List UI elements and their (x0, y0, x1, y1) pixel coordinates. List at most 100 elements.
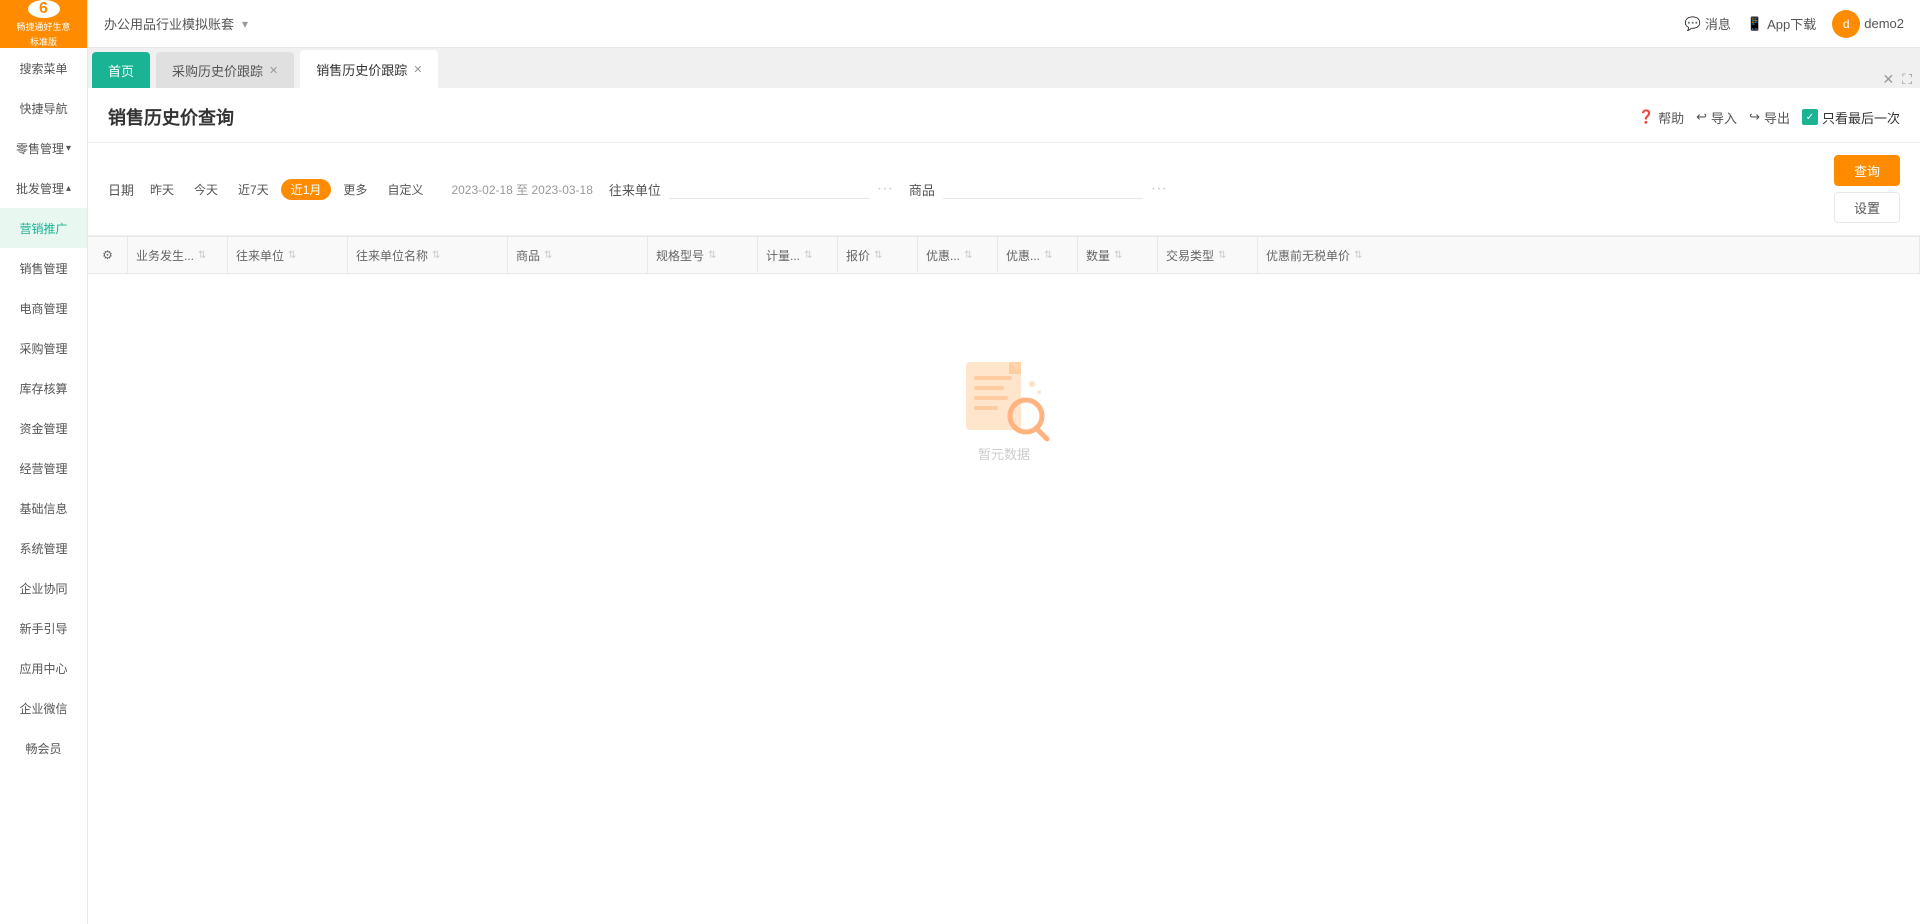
sidebar-item-inventory[interactable]: 库存核算 (0, 368, 87, 408)
close-all-btn[interactable]: ✕ (1882, 71, 1894, 88)
col-unit-name[interactable]: 往来单位名称 ⇅ (348, 237, 508, 273)
main-area: 办公用品行业模拟账套 ▾ 💬 消息 📱 App下载 d demo2 首页 采购历… (88, 0, 1920, 924)
date-custom[interactable]: 自定义 (379, 179, 431, 200)
col-discount2[interactable]: 优惠... ⇅ (998, 237, 1078, 273)
help-label: 帮助 (1658, 108, 1684, 127)
sidebar-item-retail[interactable]: 零售管理 ▾ (0, 128, 87, 168)
enterprise-label: 企业协同 (19, 580, 67, 597)
sidebar-item-purchase-mgmt[interactable]: 采购管理 (0, 328, 87, 368)
system-label: 系统管理 (19, 540, 67, 557)
col-date-label: 业务发生... (136, 247, 194, 264)
sidebar-item-marketing[interactable]: 营销推广 (0, 208, 87, 248)
empty-illustration (954, 354, 1054, 444)
sidebar-item-system[interactable]: 系统管理 (0, 528, 87, 568)
page-content: 销售历史价查询 ❓ 帮助 ↩ 导入 ↪ 导出 ✓ 只看最后一次 (88, 88, 1920, 924)
message-label: 消息 (1705, 14, 1731, 33)
logo-icon: 6 (28, 0, 60, 18)
settings-button[interactable]: 设置 (1834, 192, 1900, 223)
sidebar-item-member[interactable]: 畅会员 (0, 728, 87, 768)
retail-label: 零售管理 (16, 140, 64, 157)
workspace-dropdown[interactable]: ▾ (242, 17, 248, 31)
col-unit-code-label: 往来单位 (236, 247, 284, 264)
import-btn[interactable]: ↩ 导入 (1696, 108, 1737, 127)
sidebar-item-guide[interactable]: 新手引导 (0, 608, 87, 648)
quick-nav-label: 快捷导航 (19, 100, 67, 117)
col-unit[interactable]: 计量... ⇅ (758, 237, 838, 273)
col-settings[interactable]: ⚙ (88, 237, 128, 273)
import-label: 导入 (1711, 108, 1737, 127)
product-input[interactable] (943, 179, 1143, 199)
app-subtitle: 标准版 (30, 35, 57, 48)
sidebar-item-search[interactable]: 搜索菜单 (0, 48, 87, 88)
tab-bar: 首页 采购历史价跟踪 ✕ 销售历史价跟踪 ✕ ✕ ⛶ (88, 48, 1920, 88)
tab-home[interactable]: 首页 (92, 52, 150, 88)
product-dots-btn[interactable]: ··· (1151, 180, 1167, 198)
app-download-btn[interactable]: 📱 App下载 (1747, 14, 1816, 33)
tab-sales-label: 销售历史价跟踪 (316, 60, 407, 79)
page-title: 销售历史价查询 (108, 104, 234, 130)
col-qty[interactable]: 数量 ⇅ (1078, 237, 1158, 273)
marketing-label: 营销推广 (19, 220, 67, 237)
ecommerce-label: 电商管理 (19, 300, 67, 317)
sidebar-item-enterprise[interactable]: 企业协同 (0, 568, 87, 608)
tab-purchase-label: 采购历史价跟踪 (172, 61, 263, 80)
export-label: 导出 (1764, 108, 1790, 127)
sort-date-icon: ⇅ (198, 250, 206, 261)
table-header: ⚙ 业务发生... ⇅ 往来单位 ⇅ 往来单位名称 ⇅ 商品 ⇅ (88, 236, 1920, 274)
col-unit-code[interactable]: 往来单位 ⇅ (228, 237, 348, 273)
sidebar-item-ecommerce[interactable]: 电商管理 (0, 288, 87, 328)
message-btn[interactable]: 💬 消息 (1685, 14, 1731, 33)
help-icon: ❓ (1638, 109, 1654, 125)
unit-label: 往来单位 (609, 180, 661, 199)
page-actions: ❓ 帮助 ↩ 导入 ↪ 导出 ✓ 只看最后一次 (1638, 108, 1900, 127)
sidebar-item-finance[interactable]: 资金管理 (0, 408, 87, 448)
user-profile[interactable]: d demo2 (1832, 10, 1904, 38)
sidebar-item-basic-info[interactable]: 基础信息 (0, 488, 87, 528)
app-logo: 6 畅捷通好生意 标准版 (0, 0, 87, 48)
date-today[interactable]: 今天 (186, 179, 226, 200)
sort-qty-icon: ⇅ (1114, 250, 1122, 261)
filter-bar: 日期 昨天 今天 近7天 近1月 更多 自定义 2023-02-18 至 202… (88, 143, 1920, 236)
col-trade[interactable]: 交易类型 ⇅ (1158, 237, 1258, 273)
col-price[interactable]: 报价 ⇅ (838, 237, 918, 273)
topbar-left: 办公用品行业模拟账套 ▾ (104, 14, 248, 33)
tab-purchase-close[interactable]: ✕ (269, 64, 278, 77)
only-last-item[interactable]: ✓ 只看最后一次 (1802, 108, 1900, 127)
tab-sales-close[interactable]: ✕ (413, 63, 422, 76)
col-tax-price-label: 优惠前无税单价 (1266, 247, 1350, 264)
inventory-label: 库存核算 (19, 380, 67, 397)
sidebar-item-operations[interactable]: 经营管理 (0, 448, 87, 488)
date-filter-group: 日期 昨天 今天 近7天 近1月 更多 自定义 (108, 179, 431, 200)
col-spec[interactable]: 规格型号 ⇅ (648, 237, 758, 273)
sort-product-icon: ⇅ (544, 250, 552, 261)
query-button[interactable]: 查询 (1834, 155, 1900, 186)
tabs-actions: ✕ ⛶ (1882, 71, 1920, 88)
sidebar-item-quick-nav[interactable]: 快捷导航 (0, 88, 87, 128)
sidebar-item-app-center[interactable]: 应用中心 (0, 648, 87, 688)
date-more[interactable]: 更多 (335, 179, 375, 200)
unit-dots-btn[interactable]: ··· (877, 180, 893, 198)
date-1month[interactable]: 近1月 (281, 179, 332, 200)
sidebar-item-sales-mgmt[interactable]: 销售管理 (0, 248, 87, 288)
app-center-label: 应用中心 (19, 660, 67, 677)
sort-spec-icon: ⇅ (708, 250, 716, 261)
sidebar-item-wholesale[interactable]: 批发管理 ▴ (0, 168, 87, 208)
wechat-label: 企业微信 (19, 700, 67, 717)
unit-input[interactable] (669, 179, 869, 199)
date-7days[interactable]: 近7天 (230, 179, 277, 200)
date-label: 日期 (108, 180, 134, 199)
help-btn[interactable]: ❓ 帮助 (1638, 108, 1684, 127)
col-product[interactable]: 商品 ⇅ (508, 237, 648, 273)
tab-purchase[interactable]: 采购历史价跟踪 ✕ (156, 52, 294, 88)
export-btn[interactable]: ↪ 导出 (1749, 108, 1790, 127)
sidebar-item-wechat[interactable]: 企业微信 (0, 688, 87, 728)
tab-sales[interactable]: 销售历史价跟踪 ✕ (300, 50, 438, 88)
logo-text: 畅捷通好生意 (16, 20, 70, 33)
col-tax-price[interactable]: 优惠前无税单价 ⇅ (1258, 237, 1920, 273)
only-last-checkbox[interactable]: ✓ (1802, 109, 1818, 125)
col-date[interactable]: 业务发生... ⇅ (128, 237, 228, 273)
col-discount1[interactable]: 优惠... ⇅ (918, 237, 998, 273)
date-yesterday[interactable]: 昨天 (142, 179, 182, 200)
operations-label: 经营管理 (19, 460, 67, 477)
maximize-btn[interactable]: ⛶ (1902, 71, 1912, 88)
